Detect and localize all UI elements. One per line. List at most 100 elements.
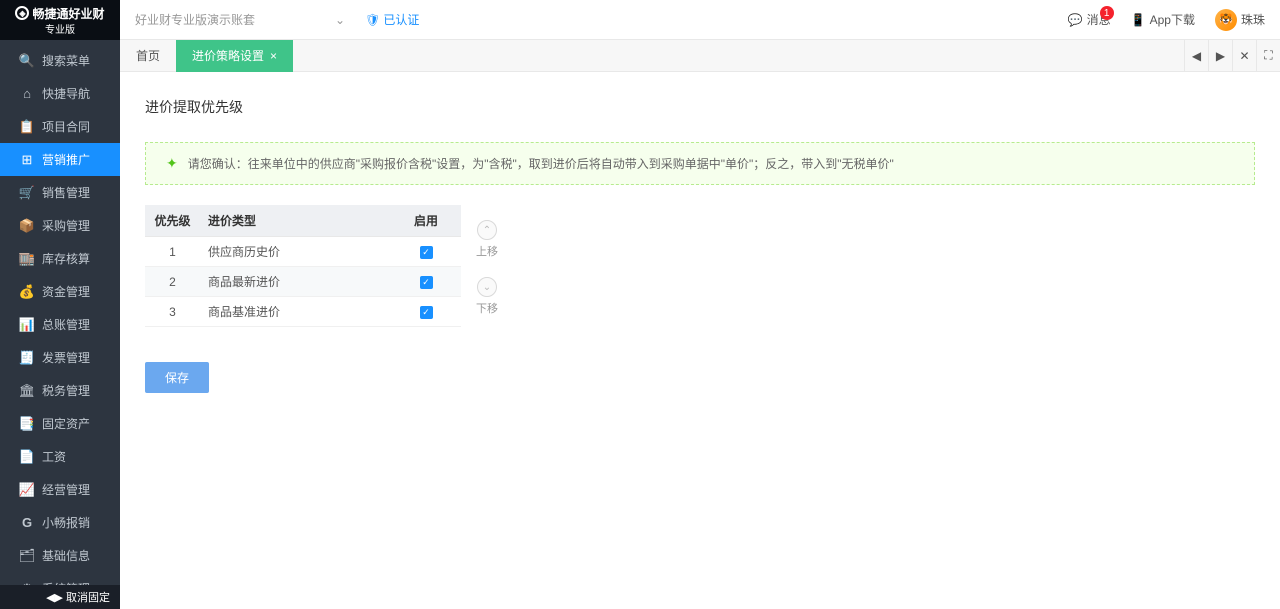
priority-table: 优先级 进价类型 启用 1 供应商历史价 ✓ 2 商品最新进价 ✓ 3 [145,205,461,327]
avatar: 🐯 [1215,9,1237,31]
th-type: 进价类型 [200,205,391,237]
table-row[interactable]: 1 供应商历史价 ✓ [145,237,461,267]
content: 进价提取优先级 ✦ 请您确认：往来单位中的供应商"采购报价含税"设置，为"含税"… [120,72,1280,609]
nav-label: 采购管理 [42,217,90,234]
nav-basic-info[interactable]: 🗂基础信息 [0,539,120,572]
pin-label: 取消固定 [66,589,110,605]
document-icon: 📑 [20,417,34,431]
tab-home[interactable]: 首页 [120,40,176,72]
cell-priority: 2 [145,267,200,297]
info-icon: ✦ [166,155,178,172]
tab-bar: 首页 进价策略设置 × ◀ ▶ ✕ ⛶ [120,40,1280,72]
building-icon: 🏛 [20,384,34,398]
cell-type: 商品最新进价 [200,267,391,297]
nav-label: 固定资产 [42,415,90,432]
nav-sales[interactable]: 🛒销售管理 [0,176,120,209]
chevron-down-icon: ⌄ [483,282,491,293]
tab-next-button[interactable]: ▶ [1208,40,1232,72]
nav-quick-nav[interactable]: ⌂ 快捷导航 [0,77,120,110]
nav-label: 快捷导航 [42,85,90,102]
cell-priority: 3 [145,297,200,327]
nav-label: 经营管理 [42,481,90,498]
nav-list: 🔍搜索菜单 ⌂ 快捷导航 📋 项目合同 ⊞营销推广 🛒销售管理 📦 采购管理 🏬 库存核… [0,40,120,585]
save-button[interactable]: 保存 [145,362,209,393]
sidebar-pin-toggle[interactable]: ◀▶ 取消固定 [0,585,120,609]
nav-inventory[interactable]: 🏬 库存核算 [0,242,120,275]
tab-price-strategy[interactable]: 进价策略设置 × [176,40,293,72]
brand-logo: ◈ 畅捷通好业财 专业版 [0,0,120,40]
search-icon: 🔍 [20,54,34,68]
chevron-down-icon: ⌄ [335,13,345,27]
box-icon: 📦 [20,219,34,233]
nav-label: 资金管理 [42,283,90,300]
nav-expense[interactable]: G 小畅报销 [0,506,120,539]
nav-purchase[interactable]: 📦 采购管理 [0,209,120,242]
nav-salary[interactable]: 📄工资 [0,440,120,473]
brand-icon: ◈ [15,6,29,20]
nav-system[interactable]: ⚙系统管理 [0,572,120,585]
store-icon: 🏬 [20,252,34,266]
user-menu[interactable]: 🐯 珠珠 [1215,9,1265,31]
enable-checkbox[interactable]: ✓ [420,246,433,259]
move-down-button[interactable]: ⌄ [477,277,497,297]
notice-text: 请您确认：往来单位中的供应商"采购报价含税"设置，为"含税"，取到进价后将自动带… [188,155,894,172]
phone-icon: 📱 [1131,13,1146,27]
nav-search-menu[interactable]: 🔍搜索菜单 [0,44,120,77]
table-row[interactable]: 2 商品最新进价 ✓ [145,267,461,297]
nav-tax[interactable]: 🏛 税务管理 [0,374,120,407]
nav-marketing[interactable]: ⊞营销推广 [0,143,120,176]
account-name: 好业财专业版演示账套 [135,11,255,28]
nav-project-contract[interactable]: 📋 项目合同 [0,110,120,143]
account-selector[interactable]: 好业财专业版演示账套 ⌄ [135,11,345,28]
enable-checkbox[interactable]: ✓ [420,276,433,289]
nav-label: 库存核算 [42,250,90,267]
money-icon: 💰 [20,285,34,299]
nav-label: 工资 [42,448,66,465]
nav-label: 营销推广 [42,151,90,168]
move-up-button[interactable]: ⌃ [477,220,497,240]
tab-active-label: 进价策略设置 [192,47,264,64]
download-label: App下载 [1150,11,1195,28]
g-icon: G [20,516,34,530]
nav-label: 税务管理 [42,382,90,399]
receipt-icon: 🧾 [20,351,34,365]
brand-name: 畅捷通好业财 [32,5,104,22]
nav-fixed-asset[interactable]: 📑 固定资产 [0,407,120,440]
download-button[interactable]: 📱 App下载 [1131,11,1195,28]
move-controls: ⌃ 上移 ⌄ 下移 [476,205,498,316]
enable-checkbox[interactable]: ✓ [420,306,433,319]
cell-type: 商品基准进价 [200,297,391,327]
verified-label: 已认证 [383,11,419,28]
cell-priority: 1 [145,237,200,267]
notice-banner: ✦ 请您确认：往来单位中的供应商"采购报价含税"设置，为"含税"，取到进价后将自… [145,142,1255,185]
tab-prev-button[interactable]: ◀ [1184,40,1208,72]
cell-type: 供应商历史价 [200,237,391,267]
nav-ledger[interactable]: 📊总账管理 [0,308,120,341]
nav-fund[interactable]: 💰 资金管理 [0,275,120,308]
page-title: 进价提取优先级 [145,97,1255,117]
fullscreen-button[interactable]: ⛶ [1256,40,1280,72]
verified-badge: 🛡 已认证 [365,11,419,28]
table-row[interactable]: 3 商品基准进价 ✓ [145,297,461,327]
cart-icon: 🛒 [20,186,34,200]
nav-label: 小畅报销 [42,514,90,531]
nav-invoice[interactable]: 🧾 发票管理 [0,341,120,374]
pin-icon: ◀▶ [46,591,63,604]
folder-icon: 🗂 [20,549,34,563]
close-icon[interactable]: × [270,49,277,63]
th-enable: 启用 [391,205,461,237]
clipboard-icon: 📋 [20,120,34,134]
nav-business-mgmt[interactable]: 📈经营管理 [0,473,120,506]
brand-edition: 专业版 [45,21,75,36]
chevron-up-icon: ⌃ [483,225,491,236]
sidebar: ◈ 畅捷通好业财 专业版 🔍搜索菜单 ⌂ 快捷导航 📋 项目合同 ⊞营销推广 🛒销售… [0,0,120,609]
nav-label: 项目合同 [42,118,90,135]
message-button[interactable]: 💬 消息 1 [1068,11,1111,28]
shield-icon: 🛡 [365,13,380,27]
header: 好业财专业版演示账套 ⌄ 🛡 已认证 💬 消息 1 📱 App下载 🐯 珠珠 [120,0,1280,40]
chart-icon: 📊 [20,318,34,332]
home-icon: ⌂ [20,87,34,101]
tab-close-all-button[interactable]: ✕ [1232,40,1256,72]
message-icon: 💬 [1068,13,1083,27]
nav-label: 发票管理 [42,349,90,366]
